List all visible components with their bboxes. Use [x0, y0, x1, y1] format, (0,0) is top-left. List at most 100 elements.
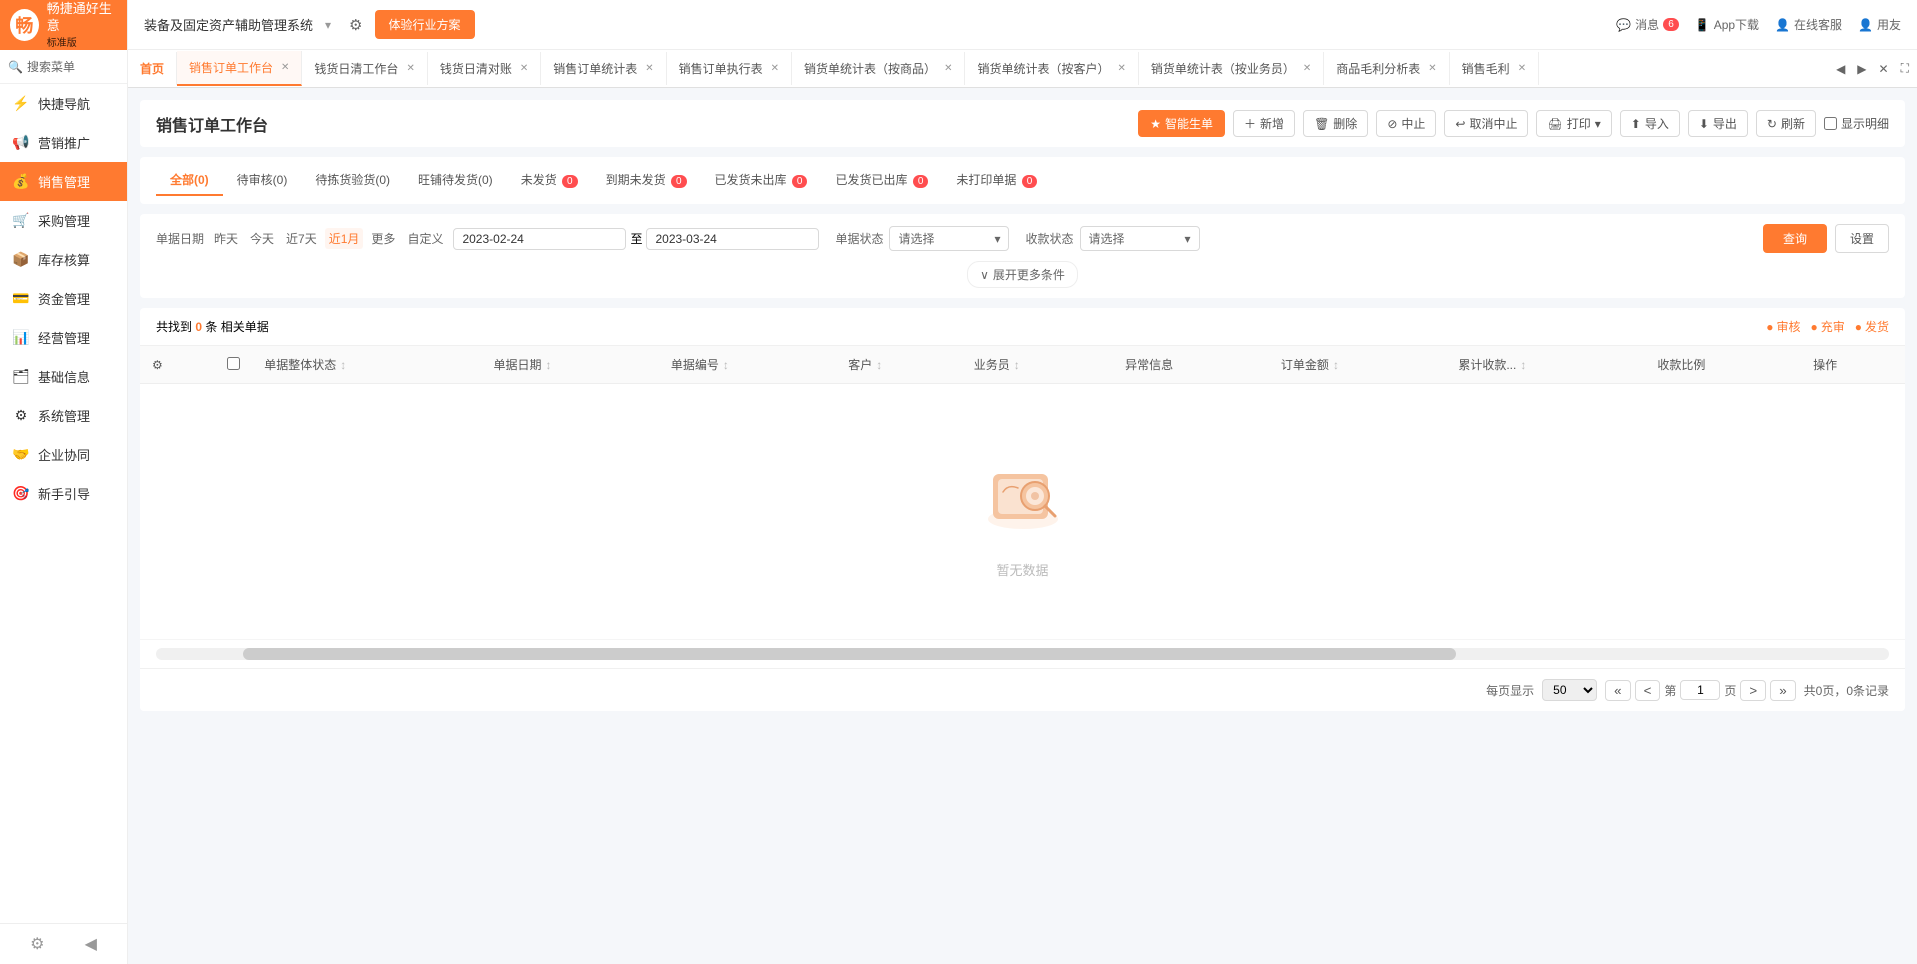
import-btn[interactable]: ⬆ 导入	[1620, 110, 1680, 137]
show-detail-checkbox[interactable]	[1824, 117, 1837, 130]
page-size-select[interactable]: 20 50 100	[1542, 679, 1597, 701]
tab-sales-stat[interactable]: 销售订单统计表 ✕	[541, 52, 666, 85]
tab-sales-workbench[interactable]: 销售订单工作台 ✕	[177, 51, 302, 86]
sidebar-item-system[interactable]: ⚙ 系统管理	[0, 396, 127, 435]
shortcut-1month[interactable]: 近1月	[325, 228, 364, 249]
tab-fullscreen[interactable]: ⛶	[1897, 59, 1913, 78]
filter-tab-all[interactable]: 全部(0)	[156, 165, 223, 196]
collapse-icon[interactable]: ◀	[85, 934, 97, 954]
sort-collected-icon[interactable]: ↕	[1520, 358, 1526, 372]
sidebar-search[interactable]: 🔍 搜索菜单	[0, 50, 127, 84]
tab-sales-exec[interactable]: 销售订单执行表 ✕	[667, 52, 792, 85]
filter-tab-unprinted[interactable]: 未打印单据 0	[942, 165, 1051, 196]
settings-query-btn[interactable]: 设置	[1835, 224, 1889, 253]
payment-select[interactable]: 请选择 ▾	[1080, 226, 1200, 251]
tab-gross-profit[interactable]: 商品毛利分析表 ✕	[1324, 52, 1449, 85]
tab-close-sales-stat[interactable]: ✕	[645, 63, 653, 74]
tab-scroll-right[interactable]: ▶	[1853, 60, 1870, 78]
tab-close-sales-profit[interactable]: ✕	[1518, 63, 1526, 74]
status-select[interactable]: 请选择 ▾	[889, 226, 1009, 251]
cancel-stop-btn[interactable]: ↩ 取消中止	[1444, 110, 1528, 137]
expand-btn[interactable]: ∨ 展开更多条件	[967, 261, 1078, 288]
last-page-btn[interactable]: »	[1770, 680, 1795, 701]
sidebar-item-marketing[interactable]: 📢 营销推广	[0, 123, 127, 162]
filter-tab-expired-undelivered[interactable]: 到期未发货 0	[592, 165, 701, 196]
page-number-input[interactable]	[1680, 680, 1720, 700]
col-settings[interactable]: ⚙	[140, 346, 215, 384]
date-from-input[interactable]	[453, 228, 626, 250]
user-btn[interactable]: 👤 用友	[1858, 16, 1901, 33]
tab-close-gross-profit[interactable]: ✕	[1428, 63, 1436, 74]
table-container: 共找到 0 条 相关单据 ● 审核 ● 充审 ●	[140, 308, 1905, 711]
sort-staff-icon[interactable]: ↕	[1014, 358, 1020, 372]
filter-tab-delivered-not-out[interactable]: 已发货未出库 0	[701, 165, 822, 196]
tab-sales-summary-staff[interactable]: 销货单统计表（按业务员） ✕	[1139, 52, 1324, 85]
sidebar-item-inventory[interactable]: 📦 库存核算	[0, 240, 127, 279]
filter-tab-pending-review[interactable]: 待审核(0)	[223, 165, 302, 196]
topbar-settings-icon[interactable]: ⚙	[349, 16, 362, 34]
tab-close-cash-daily[interactable]: ✕	[406, 63, 414, 74]
tab-close-sales-exec[interactable]: ✕	[771, 63, 779, 74]
query-btn[interactable]: 查询	[1763, 224, 1827, 253]
shortcut-custom[interactable]: 自定义	[403, 228, 447, 249]
tab-sales-profit[interactable]: 销售毛利 ✕	[1450, 52, 1539, 85]
tab-close-cash-reconcile[interactable]: ✕	[520, 63, 528, 74]
tab-cash-reconcile[interactable]: 钱货日清对账 ✕	[428, 52, 541, 85]
tab-close-sales-summary-staff[interactable]: ✕	[1303, 63, 1311, 74]
filter-tab-delivered-out[interactable]: 已发货已出库 0	[821, 165, 942, 196]
sidebar-item-guide[interactable]: 🎯 新手引导	[0, 474, 127, 513]
tab-close-sales-summary-customer[interactable]: ✕	[1117, 63, 1125, 74]
print-btn[interactable]: 🖨 打印 ▾	[1536, 110, 1611, 137]
show-detail-label[interactable]: 显示明细	[1824, 115, 1889, 132]
review-action-btn[interactable]: ● 审核	[1766, 318, 1800, 335]
prev-page-btn[interactable]: <	[1635, 680, 1661, 701]
filter-tab-undelivered[interactable]: 未发货 0	[507, 165, 592, 196]
smart-create-btn[interactable]: ★ 智能生单	[1138, 110, 1225, 137]
export-btn[interactable]: ⬇ 导出	[1688, 110, 1748, 137]
message-btn[interactable]: 💬 消息 6	[1616, 16, 1679, 33]
online-service-btn[interactable]: 👤 在线客服	[1775, 16, 1842, 33]
app-download-btn[interactable]: 📱 App下载	[1695, 16, 1759, 33]
shortcut-more[interactable]: 更多	[367, 228, 399, 249]
sidebar-item-purchase[interactable]: 🛒 采购管理	[0, 201, 127, 240]
filter-tab-wangpu[interactable]: 旺铺待发货(0)	[404, 165, 507, 196]
delete-btn[interactable]: 🗑 删除	[1303, 110, 1368, 137]
tab-close-sales-summary-product[interactable]: ✕	[944, 63, 952, 74]
tab-sales-summary-product[interactable]: 销货单统计表（按商品） ✕	[792, 52, 965, 85]
col-checkbox[interactable]	[215, 346, 252, 384]
sidebar-item-company[interactable]: 🤝 企业协同	[0, 435, 127, 474]
deliver-action-btn[interactable]: ● 发货	[1855, 318, 1889, 335]
add-btn[interactable]: ＋ 新增	[1233, 110, 1295, 137]
refresh-btn[interactable]: ↻ 刷新	[1756, 110, 1816, 137]
shortcut-yesterday[interactable]: 昨天	[210, 228, 242, 249]
next-page-btn[interactable]: >	[1740, 680, 1766, 701]
unconfirm-action-btn[interactable]: ● 充审	[1810, 318, 1844, 335]
sidebar-item-sales[interactable]: 💰 销售管理	[0, 162, 127, 201]
topbar-title-dropdown[interactable]: ▾	[325, 18, 331, 32]
filter-tab-pending-inspect[interactable]: 待拣货验货(0)	[301, 165, 404, 196]
stop-btn[interactable]: ⊘ 中止	[1376, 110, 1436, 137]
industry-btn[interactable]: 体验行业方案	[375, 10, 475, 39]
horizontal-scrollbar[interactable]	[140, 640, 1905, 668]
tab-cash-daily[interactable]: 钱货日清工作台 ✕	[302, 52, 427, 85]
tab-close-all[interactable]: ✕	[1875, 60, 1893, 78]
settings-icon[interactable]: ⚙	[30, 934, 44, 954]
sidebar-item-base[interactable]: 🗂 基础信息	[0, 357, 127, 396]
tab-scroll-left[interactable]: ◀	[1832, 60, 1849, 78]
sidebar-item-finance[interactable]: 💳 资金管理	[0, 279, 127, 318]
sort-number-icon[interactable]: ↕	[723, 358, 729, 372]
select-all-checkbox[interactable]	[227, 357, 240, 370]
shortcut-7days[interactable]: 近7天	[282, 228, 321, 249]
sort-amount-icon[interactable]: ↕	[1333, 358, 1339, 372]
shortcut-today[interactable]: 今天	[246, 228, 278, 249]
sort-status-icon[interactable]: ↕	[340, 358, 346, 372]
sort-date-icon[interactable]: ↕	[546, 358, 552, 372]
tab-home[interactable]: 首页	[128, 52, 177, 85]
tab-sales-summary-customer[interactable]: 销货单统计表（按客户） ✕	[965, 52, 1138, 85]
sidebar-item-quick-nav[interactable]: ⚡ 快捷导航	[0, 84, 127, 123]
first-page-btn[interactable]: «	[1605, 680, 1630, 701]
date-to-input[interactable]	[646, 228, 819, 250]
sort-customer-icon[interactable]: ↕	[876, 358, 882, 372]
tab-close-sales-workbench[interactable]: ✕	[281, 62, 289, 73]
sidebar-item-business[interactable]: 📊 经营管理	[0, 318, 127, 357]
